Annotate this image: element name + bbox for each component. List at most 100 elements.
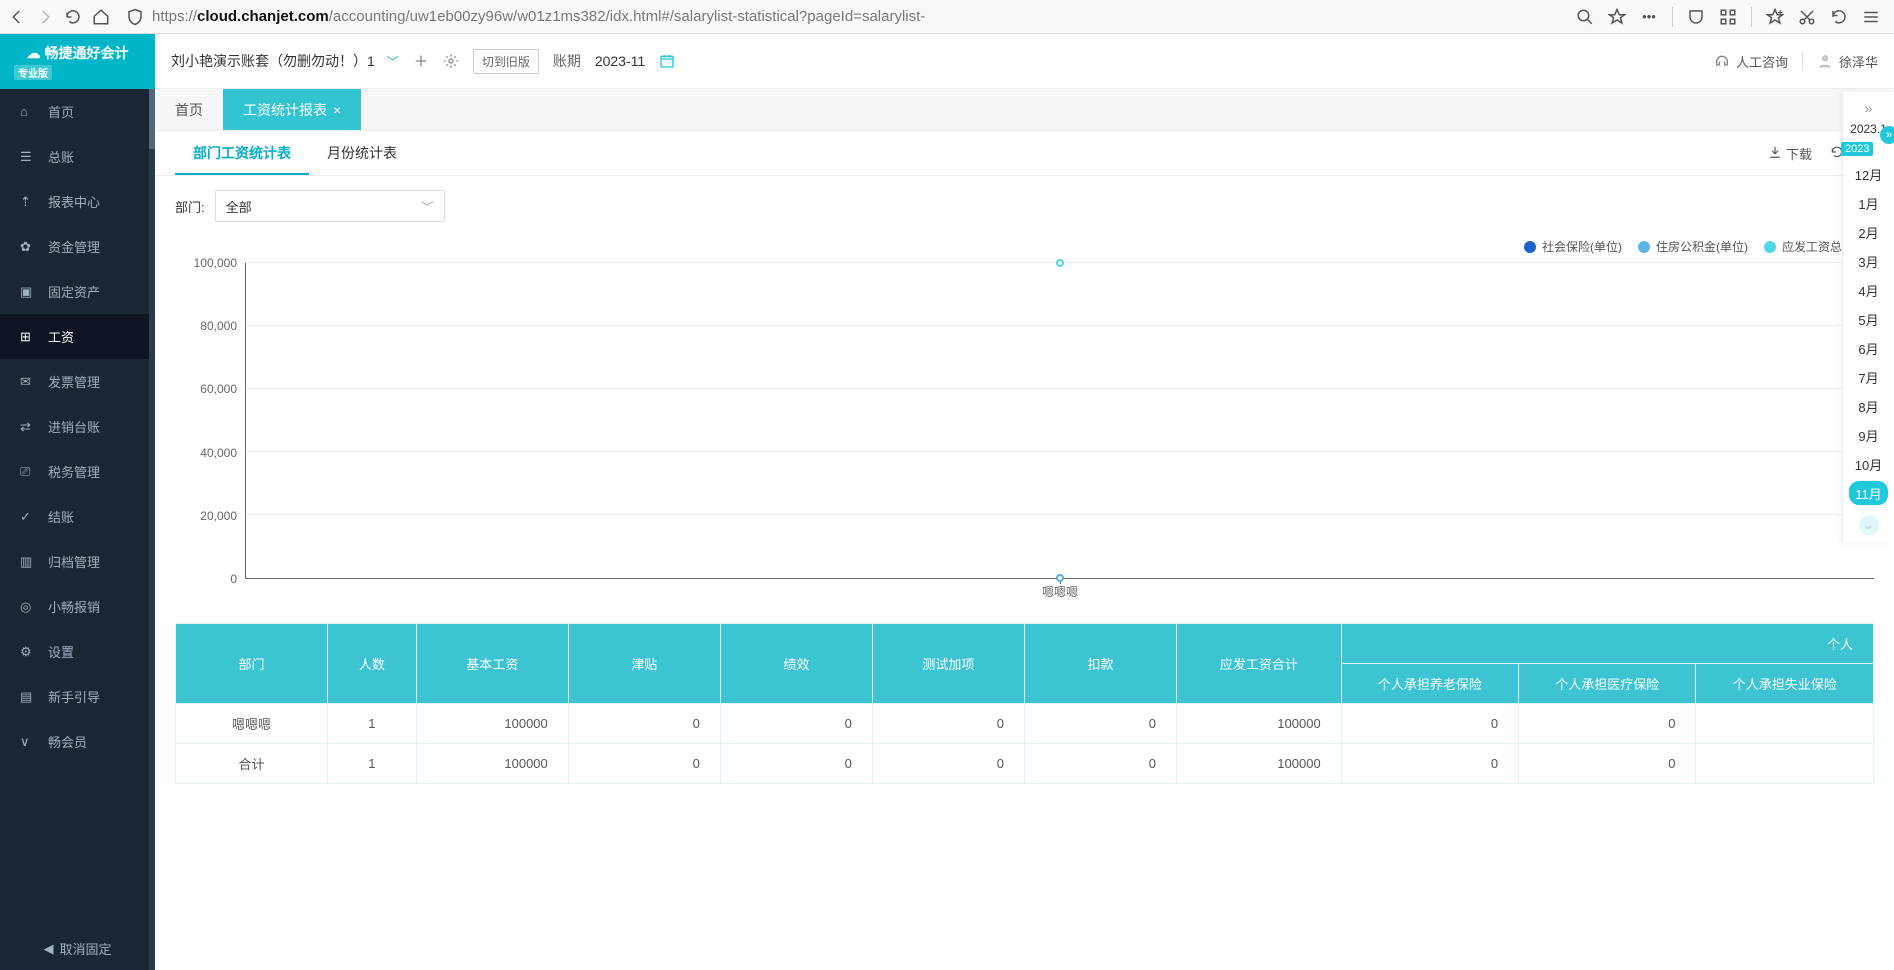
menu-icon[interactable] — [1862, 8, 1880, 26]
period-value[interactable]: 2023-11 — [595, 53, 645, 69]
month-item-6月[interactable]: 6月 — [1858, 336, 1878, 360]
nav-icon: ⊞ — [20, 329, 36, 345]
col-count: 人数 — [328, 624, 417, 704]
sidebar: ☁畅捷通好会计 专业版 ⌂首页☰总账⇡报表中心✿资金管理▣固定资产⊞工资✉发票管… — [0, 34, 155, 970]
sidebar-item-10[interactable]: ▥归档管理 — [0, 539, 155, 584]
sidebar-item-0[interactable]: ⌂首页 — [0, 89, 155, 134]
rail-scroll-down[interactable]: ⌄ — [1859, 515, 1879, 535]
month-item-7月[interactable]: 7月 — [1858, 365, 1878, 389]
nav-label: 发票管理 — [48, 372, 100, 391]
logo-sub: 专业版 — [14, 65, 52, 80]
sidebar-item-11[interactable]: ◎小畅报销 — [0, 584, 155, 629]
dept-filter-label: 部门: — [175, 197, 205, 216]
sidebar-item-13[interactable]: ▤新手引导 — [0, 674, 155, 719]
month-rail: » 2023.1 » 2023 12月1月2月3月4月5月6月7月8月9月10月… — [1842, 92, 1894, 543]
month-item-5月[interactable]: 5月 — [1858, 307, 1878, 331]
star-icon[interactable] — [1608, 8, 1626, 26]
switch-old-version-button[interactable]: 切到旧版 — [473, 49, 539, 74]
col-base: 基本工资 — [416, 624, 568, 704]
url-bar[interactable]: https://cloud.chanjet.com/accounting/uw1… — [120, 8, 1566, 26]
nav-icon: ⚙ — [20, 644, 36, 660]
bookmark-star-icon[interactable] — [1766, 8, 1784, 26]
legend-dot — [1638, 241, 1650, 253]
rail-year-badge: 2023 — [1841, 142, 1873, 156]
month-item-2月[interactable]: 2月 — [1858, 220, 1878, 244]
rail-corner-badge: » — [1880, 126, 1894, 144]
sidebar-item-12[interactable]: ⚙ 设置 — [0, 629, 155, 674]
sidebar-item-9[interactable]: ✓结账 — [0, 494, 155, 539]
table-row: 合计 1 100000 0 0 0 0 100000 0 0 — [176, 744, 1874, 784]
month-item-12月[interactable]: 12月 — [1855, 162, 1882, 186]
page-tab-1[interactable]: 工资统计报表× — [223, 89, 361, 130]
add-account-button[interactable] — [413, 53, 429, 69]
nav-label: 设置 — [48, 642, 74, 661]
nav-label: 畅会员 — [48, 732, 87, 751]
sidebar-item-2[interactable]: ⇡报表中心 — [0, 179, 155, 224]
sidebar-item-7[interactable]: ⇄进销台账 — [0, 404, 155, 449]
forward-icon[interactable] — [36, 8, 54, 26]
nav-icon: ✿ — [20, 239, 36, 255]
sidebar-item-5[interactable]: ⊞工资 — [0, 314, 155, 359]
y-tick: 20,000 — [200, 509, 237, 523]
month-item-1月[interactable]: 1月 — [1858, 191, 1878, 215]
pocket-icon[interactable] — [1687, 8, 1705, 26]
cut-icon[interactable] — [1798, 8, 1816, 26]
download-icon — [1768, 145, 1782, 162]
back-icon[interactable] — [8, 8, 26, 26]
unpin-button[interactable]: ◀取消固定 — [0, 927, 155, 970]
nav-label: 小畅报销 — [48, 597, 100, 616]
user-menu[interactable]: 徐泽华 — [1817, 52, 1878, 71]
grid-line — [246, 514, 1874, 515]
salary-table-wrap: 部门 人数 基本工资 津贴 绩效 测试加项 扣款 应发工资合计 个人 个人承担养… — [155, 613, 1894, 784]
subtab-1[interactable]: 月份统计表 — [309, 131, 415, 175]
chart-point[interactable] — [1056, 259, 1064, 267]
browser-toolbar: https://cloud.chanjet.com/accounting/uw1… — [0, 0, 1894, 34]
y-tick: 80,000 — [200, 319, 237, 333]
month-item-10月[interactable]: 10月 — [1855, 452, 1882, 476]
month-item-4月[interactable]: 4月 — [1858, 278, 1878, 302]
nav-icon: ⇄ — [20, 419, 36, 435]
sidebar-item-8[interactable]: ⎚税务管理 — [0, 449, 155, 494]
settings-gear-icon[interactable] — [443, 53, 459, 69]
legend-item[interactable]: 应发工资总额 — [1764, 238, 1854, 255]
apps-icon[interactable] — [1719, 8, 1737, 26]
legend-item[interactable]: 社会保险(单位) — [1524, 238, 1622, 255]
download-button[interactable]: 下载 — [1768, 144, 1812, 163]
history-icon[interactable] — [1830, 8, 1848, 26]
more-icon[interactable]: ••• — [1640, 8, 1658, 26]
search-icon[interactable] — [1576, 8, 1594, 26]
sidebar-item-14[interactable]: ∨畅会员 — [0, 719, 155, 764]
month-item-9月[interactable]: 9月 — [1858, 423, 1878, 447]
month-item-8月[interactable]: 8月 — [1858, 394, 1878, 418]
subtab-0[interactable]: 部门工资统计表 — [175, 131, 309, 175]
nav-icon: ☰ — [20, 149, 36, 165]
chart-point[interactable] — [1056, 574, 1064, 582]
collapse-rail-button[interactable]: » — [1865, 100, 1873, 116]
grid-line — [246, 451, 1874, 452]
nav-label: 固定资产 — [48, 282, 100, 301]
close-icon[interactable]: × — [333, 102, 341, 118]
sidebar-item-6[interactable]: ✉ 发票管理 — [0, 359, 155, 404]
chevron-down-icon: ﹀ — [421, 197, 434, 216]
account-selector[interactable]: 刘小艳演示账套（勿删勿动！）1 ﹀ — [171, 51, 399, 71]
home-icon[interactable] — [92, 8, 110, 26]
dept-select[interactable]: 全部 ﹀ — [215, 190, 445, 222]
nav-icon: ✉ — [20, 374, 36, 390]
sidebar-item-1[interactable]: ☰总账 — [0, 134, 155, 179]
legend-item[interactable]: 住房公积金(单位) — [1638, 238, 1748, 255]
y-tick: 100,000 — [194, 256, 237, 270]
page-tab-0[interactable]: 首页 — [155, 89, 223, 130]
chart-x-label: 嗯嗯嗯 — [1042, 583, 1078, 600]
month-item-11月[interactable]: 11月 — [1849, 481, 1888, 505]
report-subtabs-row: 部门工资统计表月份统计表 下载 刷新 — [155, 131, 1894, 176]
reload-icon[interactable] — [64, 8, 82, 26]
sidebar-item-3[interactable]: ✿资金管理 — [0, 224, 155, 269]
nav-icon: ▣ — [20, 284, 36, 300]
grid-line — [246, 325, 1874, 326]
shield-icon — [126, 8, 144, 26]
sidebar-item-4[interactable]: ▣ 固定资产 — [0, 269, 155, 314]
calendar-icon[interactable] — [659, 53, 675, 69]
month-item-3月[interactable]: 3月 — [1858, 249, 1878, 273]
support-link[interactable]: 人工咨询 — [1714, 52, 1788, 71]
pin-icon: ◀ — [43, 941, 53, 957]
